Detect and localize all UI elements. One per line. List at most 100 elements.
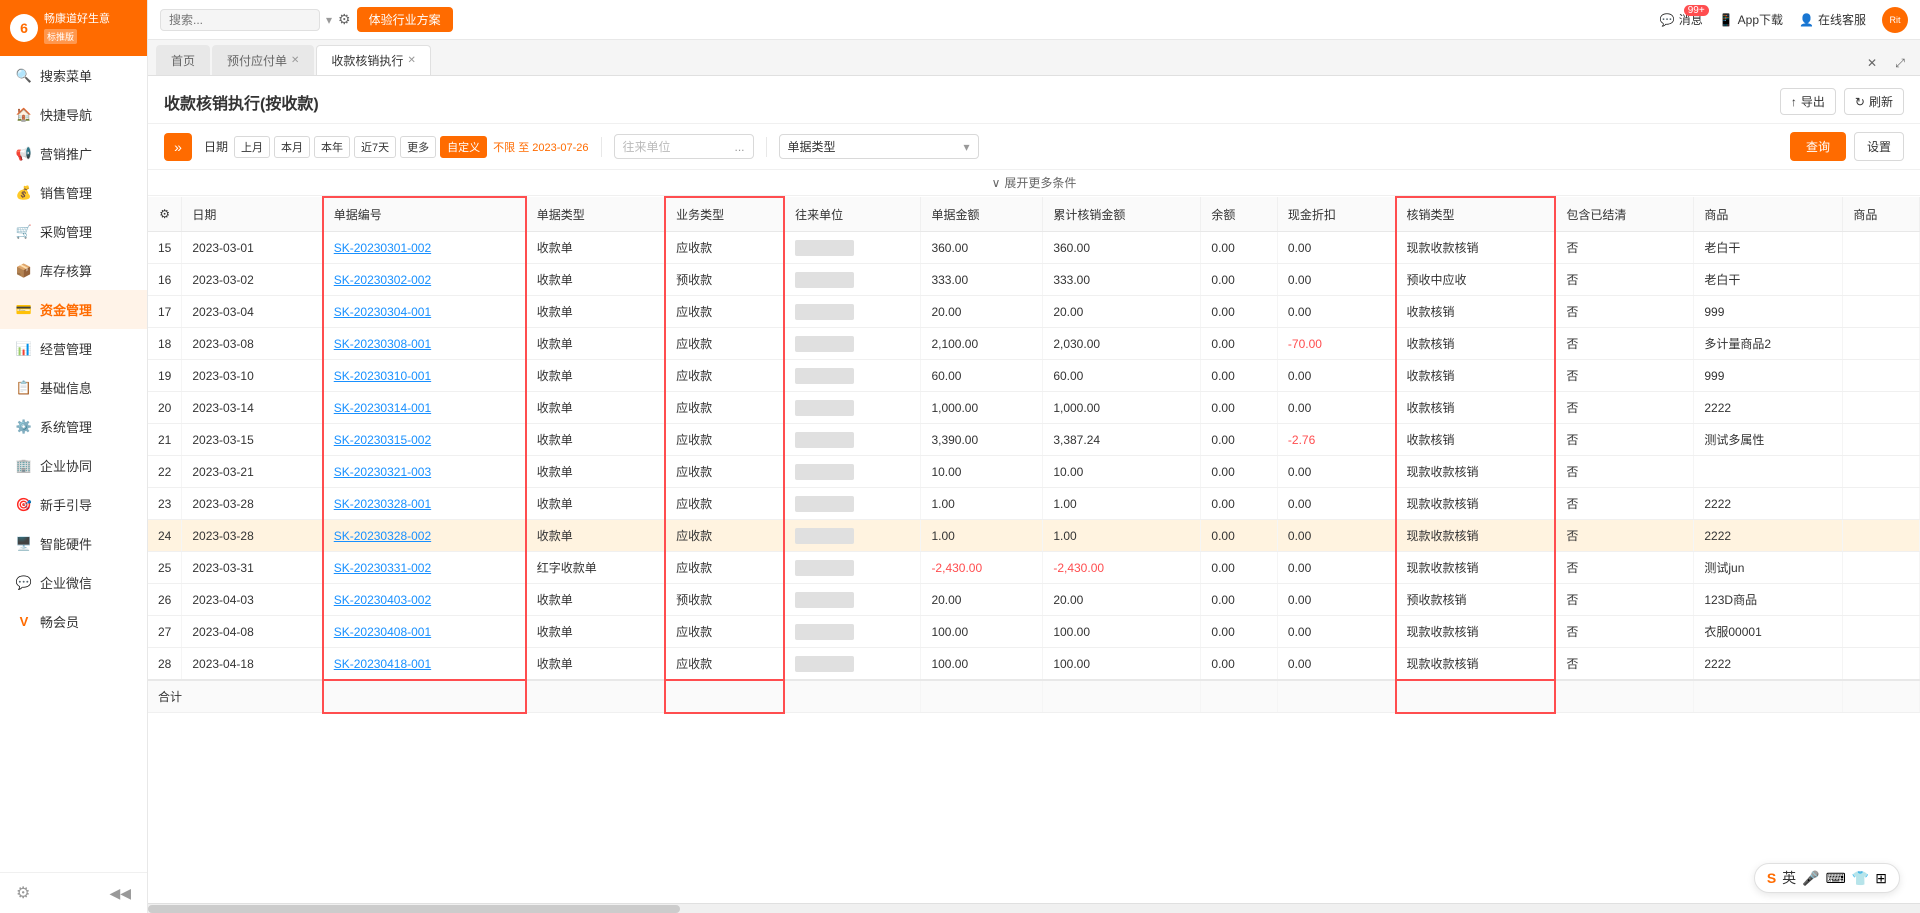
doc-no-link[interactable]: SK-20230328-001 (334, 497, 431, 511)
export-button[interactable]: ↑ 导出 (1780, 88, 1836, 115)
chevron-down-icon[interactable]: ▾ (326, 13, 332, 27)
doc-no-link[interactable]: SK-20230314-001 (334, 401, 431, 415)
sidebar-item-hardware[interactable]: 🖥️ 智能硬件 (0, 524, 147, 563)
cell-biz-type: 应收款 (665, 616, 784, 648)
tab-receipt-verify[interactable]: 收款核销执行 ✕ (316, 45, 430, 75)
doc-no-link[interactable]: SK-20230408-001 (334, 625, 431, 639)
collapse-icon[interactable]: ◀◀ (109, 885, 131, 902)
scrollbar-thumb[interactable] (148, 905, 680, 913)
cell-include-settled: 否 (1555, 424, 1694, 456)
doc-no-link[interactable]: SK-20230310-001 (334, 369, 431, 383)
table-row: 22 2023-03-21 SK-20230321-003 收款单 应收款 ██… (148, 456, 1920, 488)
doc-no-link[interactable]: SK-20230403-002 (334, 593, 431, 607)
tab-receipt-verify-close[interactable]: ✕ (407, 55, 415, 66)
chevron-down-icon: ∨ (992, 176, 1001, 190)
cell-balance: 0.00 (1201, 424, 1278, 456)
sidebar-item-inventory[interactable]: 📦 库存核算 (0, 251, 147, 290)
sidebar-item-operations[interactable]: 📊 经营管理 (0, 329, 147, 368)
refresh-button[interactable]: ↻ 刷新 (1844, 88, 1904, 115)
doc-no-link[interactable]: SK-20230304-001 (334, 305, 431, 319)
tab-home-label: 首页 (171, 52, 195, 69)
this-year-button[interactable]: 本年 (314, 136, 350, 158)
sougou-keyboard[interactable]: ⌨ (1826, 870, 1846, 887)
sidebar-item-wechat[interactable]: 💬 企业微信 (0, 563, 147, 602)
cell-counterpart: ██████ (784, 520, 921, 552)
sidebar-item-quicknav[interactable]: 🏠 快捷导航 (0, 95, 147, 134)
doc-type-filter[interactable]: 单据类型 ▾ (779, 134, 979, 159)
tab-home[interactable]: 首页 (156, 45, 210, 75)
last-7-days-button[interactable]: 近7天 (354, 136, 396, 158)
cell-amount: -2,430.00 (921, 552, 1043, 584)
settings-icon[interactable]: ⚙ (16, 883, 30, 903)
sidebar-item-member[interactable]: V 畅会员 (0, 602, 147, 641)
cell-verify-type: 现款收款核销 (1396, 456, 1556, 488)
summary-doc-no (323, 680, 526, 713)
doc-no-link[interactable]: SK-20230301-002 (334, 241, 431, 255)
more-date-button[interactable]: 更多 (400, 136, 436, 158)
cell-amount: 100.00 (921, 616, 1043, 648)
doc-no-link[interactable]: SK-20230302-002 (334, 273, 431, 287)
tab-expand-button[interactable]: ⤢ (1888, 51, 1912, 75)
cell-doc-type: 收款单 (526, 488, 665, 520)
doc-no-link[interactable]: SK-20230315-002 (334, 433, 431, 447)
custom-date-button[interactable]: 自定义 (440, 136, 487, 158)
col-amount: 单据金额 (921, 197, 1043, 232)
doc-no-link[interactable]: SK-20230328-002 (334, 529, 431, 543)
tab-pre-payment[interactable]: 预付应付单 ✕ (212, 45, 314, 75)
this-month-button[interactable]: 本月 (274, 136, 310, 158)
topbar: ▾ ⚙ 体验行业方案 💬 消息 99+ 📱 App下载 👤 在线客服 Rit (148, 0, 1920, 40)
enterprise-icon: 🏢 (16, 458, 32, 474)
filter-expand-button[interactable]: » (164, 133, 192, 161)
topbar-search-input[interactable] (160, 9, 320, 31)
sidebar-item-label: 营销推广 (40, 144, 92, 163)
last-month-button[interactable]: 上月 (234, 136, 270, 158)
sidebar-item-basic[interactable]: 📋 基础信息 (0, 368, 147, 407)
member-icon: V (16, 614, 32, 630)
cell-balance: 0.00 (1201, 296, 1278, 328)
sougou-grid[interactable]: ⊞ (1875, 870, 1887, 887)
purchase-icon: 🛒 (16, 224, 32, 240)
topbar-gear-icon[interactable]: ⚙ (338, 11, 351, 28)
sidebar-item-system[interactable]: ⚙️ 系统管理 (0, 407, 147, 446)
doc-no-link[interactable]: SK-20230331-002 (334, 561, 431, 575)
cell-amount: 2,100.00 (921, 328, 1043, 360)
counterpart-more-icon: ... (735, 140, 745, 154)
query-button[interactable]: 查询 (1790, 132, 1846, 161)
sidebar-item-enterprise[interactable]: 🏢 企业协同 (0, 446, 147, 485)
sidebar-item-purchase[interactable]: 🛒 采购管理 (0, 212, 147, 251)
col-settings[interactable]: ⚙ (148, 197, 182, 232)
sidebar-item-marketing[interactable]: 📢 营销推广 (0, 134, 147, 173)
counterpart-filter[interactable]: 往来单位 ... (614, 134, 754, 159)
horizontal-scrollbar[interactable] (148, 903, 1920, 913)
sidebar-item-finance[interactable]: 💳 资金管理 (0, 290, 147, 329)
doc-no-link[interactable]: SK-20230321-003 (334, 465, 431, 479)
setting-button[interactable]: 设置 (1854, 132, 1904, 161)
col-include-settled: 包含已结清 (1555, 197, 1694, 232)
main-area: ▾ ⚙ 体验行业方案 💬 消息 99+ 📱 App下载 👤 在线客服 Rit (148, 0, 1920, 913)
user-avatar[interactable]: Rit (1882, 7, 1908, 33)
industry-solution-button[interactable]: 体验行业方案 (357, 7, 453, 32)
cell-date: 2023-03-08 (182, 328, 323, 360)
message-button[interactable]: 💬 消息 99+ (1660, 11, 1703, 28)
tab-close-all-button[interactable]: ✕ (1860, 51, 1884, 75)
cell-verify-amount: -2,430.00 (1043, 552, 1201, 584)
doc-no-link[interactable]: SK-20230418-001 (334, 657, 431, 671)
cell-doc-no: SK-20230418-001 (323, 648, 526, 681)
cell-verify-type: 现款收款核销 (1396, 520, 1556, 552)
sidebar-item-sales[interactable]: 💰 销售管理 (0, 173, 147, 212)
doc-no-link[interactable]: SK-20230308-001 (334, 337, 431, 351)
cell-cash-discount: 0.00 (1277, 520, 1395, 552)
cell-counterpart: ██████ (784, 232, 921, 264)
sougou-mic[interactable]: 🎤 (1802, 870, 1819, 887)
app-download-button[interactable]: 📱 App下载 (1719, 11, 1783, 28)
expand-more-button[interactable]: ∨ 展开更多条件 (992, 174, 1077, 191)
cell-counterpart: ██████ (784, 392, 921, 424)
online-service-button[interactable]: 👤 在线客服 (1799, 11, 1866, 28)
cell-amount: 1.00 (921, 488, 1043, 520)
sougou-shirt[interactable]: 👕 (1852, 870, 1869, 887)
sidebar-item-search[interactable]: 🔍 搜索菜单 (0, 56, 147, 95)
sidebar-item-guide[interactable]: 🎯 新手引导 (0, 485, 147, 524)
tab-pre-payment-close[interactable]: ✕ (291, 55, 299, 66)
filter-bar: » 日期 上月 本月 本年 近7天 更多 自定义 不限 至 2023-07-26… (148, 124, 1920, 170)
col-biz-type: 业务类型 (665, 197, 784, 232)
